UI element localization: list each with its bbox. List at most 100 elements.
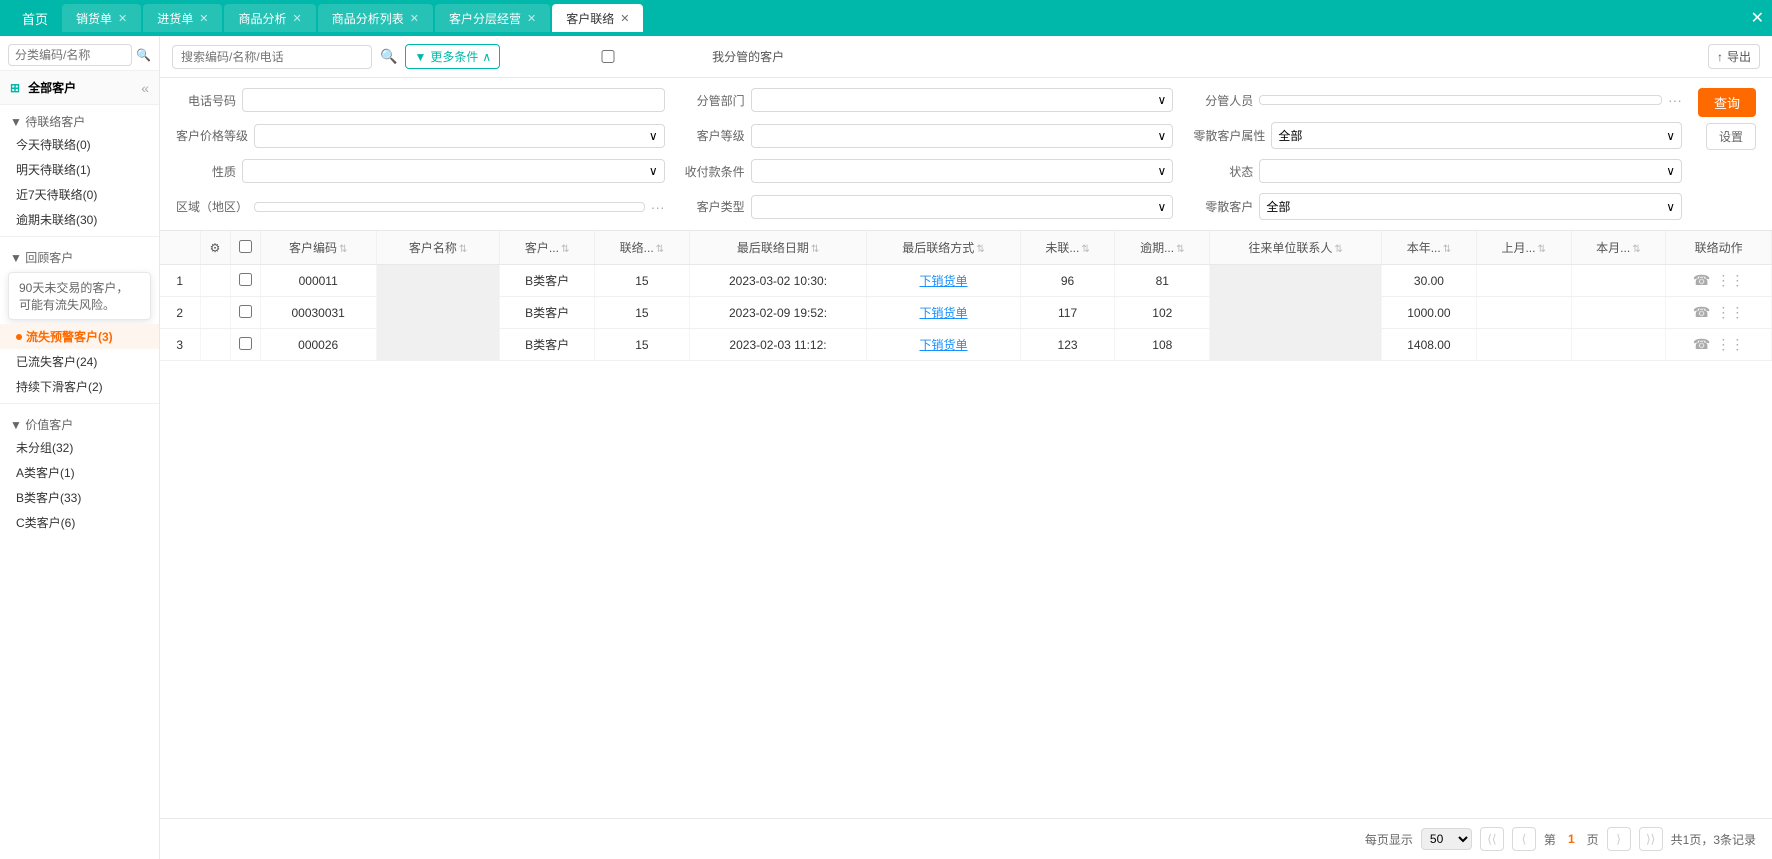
all-customers-header[interactable]: ⊞ 全部客户 « <box>0 71 159 105</box>
cell-this-year: 1000.00 <box>1382 297 1477 329</box>
th-name[interactable]: 客户名称⇅ <box>376 231 499 265</box>
th-contact[interactable]: 联络...⇅ <box>595 231 690 265</box>
tab-customer-contact-close[interactable]: ✕ <box>620 12 629 25</box>
sidebar-item-today[interactable]: 今天待联络(0) <box>0 132 159 157</box>
tab-purchase[interactable]: 进货单 ✕ <box>143 4 222 32</box>
query-btn[interactable]: 查询 <box>1698 88 1756 117</box>
tab-purchase-close[interactable]: ✕ <box>199 12 208 25</box>
last-page-btn[interactable]: ⟩⟩ <box>1639 827 1663 851</box>
cell-last-contact-method[interactable]: 下销货单 <box>867 329 1020 361</box>
th-not-contacted[interactable]: 未联...⇅ <box>1020 231 1115 265</box>
cell-checkbox[interactable] <box>230 297 260 329</box>
tab-customer-segment[interactable]: 客户分层经营 ✕ <box>435 4 550 32</box>
my-customers-check[interactable]: 我分管的客户 <box>508 48 784 65</box>
sidebar-item-already-lost[interactable]: 已流失客户(24) <box>0 349 159 374</box>
cell-last-month <box>1476 329 1571 361</box>
table-row: 2 00030031 B类客户 15 2023-02-09 19:52: 下销货… <box>160 297 1772 329</box>
sidebar-item-class-b[interactable]: B类客户(33) <box>0 485 159 510</box>
filter-retail-attr-select[interactable]: 全部∨ <box>1271 122 1682 149</box>
my-customers-checkbox[interactable] <box>508 50 708 63</box>
filter-customer-type-select[interactable]: ∨ <box>751 195 1174 219</box>
sidebar-item-lost-warning[interactable]: 流失预警客户(3) <box>0 324 159 349</box>
th-type[interactable]: 客户...⇅ <box>500 231 595 265</box>
filter-phone-input[interactable] <box>242 88 665 112</box>
window-close-icon[interactable]: ✕ <box>1751 8 1764 28</box>
cell-overdue: 108 <box>1115 329 1210 361</box>
sidebar-search-icon[interactable]: 🔍 <box>136 48 151 62</box>
region-dots-icon[interactable]: ··· <box>651 199 665 215</box>
export-btn[interactable]: ↑ 导出 <box>1708 44 1760 69</box>
next-page-btn[interactable]: ⟩ <box>1607 827 1631 851</box>
sidebar-item-overdue[interactable]: 逾期未联络(30) <box>0 207 159 232</box>
table-row: 1 000011 B类客户 15 2023-03-02 10:30: 下销货单 … <box>160 265 1772 297</box>
sidebar-search-input[interactable] <box>8 44 132 66</box>
select-all-checkbox[interactable] <box>239 240 252 253</box>
contact-action-icon[interactable]: ☎ <box>1693 272 1710 289</box>
cell-contact: 15 <box>595 329 690 361</box>
th-overdue[interactable]: 逾期...⇅ <box>1115 231 1210 265</box>
filter-search-icon[interactable]: 🔍 <box>380 48 397 65</box>
th-last-contact-date[interactable]: 最后联络日期⇅ <box>689 231 867 265</box>
tab-sales[interactable]: 销货单 ✕ <box>62 4 141 32</box>
first-page-btn[interactable]: ⟨⟨ <box>1480 827 1504 851</box>
filter-retail-customer-select[interactable]: 全部∨ <box>1259 193 1682 220</box>
th-unit-contact[interactable]: 往来单位联系人⇅ <box>1210 231 1382 265</box>
filter-label-phone: 电话号码 <box>176 92 236 109</box>
tab-home[interactable]: 首页 <box>8 9 62 28</box>
sidebar-collapse-btn[interactable]: « <box>141 80 149 96</box>
table-header-row: ⚙ 客户编码⇅ 客户名称⇅ 客户...⇅ <box>160 231 1772 265</box>
per-page-select[interactable]: 50 100 200 <box>1421 828 1472 850</box>
tab-analysis-list-close[interactable]: ✕ <box>410 12 419 25</box>
settings-btn[interactable]: 设置 <box>1706 123 1756 150</box>
cell-checkbox[interactable] <box>230 329 260 361</box>
th-last-contact-method[interactable]: 最后联络方式⇅ <box>867 231 1020 265</box>
sidebar-item-class-c[interactable]: C类客户(6) <box>0 510 159 535</box>
sidebar-item-class-a[interactable]: A类客户(1) <box>0 460 159 485</box>
tab-analysis-list[interactable]: 商品分析列表 ✕ <box>318 4 433 32</box>
cell-action: ☎ ⋮⋮ <box>1666 265 1772 297</box>
filter-label-customer-grade: 客户等级 <box>685 127 745 144</box>
th-this-year[interactable]: 本年...⇅ <box>1382 231 1477 265</box>
th-this-month[interactable]: 本月...⇅ <box>1571 231 1666 265</box>
more-action-icon[interactable]: ⋮⋮ <box>1716 304 1744 321</box>
filter-payment-select[interactable]: ∨ <box>751 159 1174 183</box>
settings-gear-icon[interactable]: ⚙ <box>210 241 221 255</box>
sidebar-item-tomorrow[interactable]: 明天待联络(1) <box>0 157 159 182</box>
cell-no: 1 <box>160 265 200 297</box>
cell-checkbox-spacer <box>200 329 230 361</box>
tab-analysis-close[interactable]: ✕ <box>293 12 302 25</box>
filter-status-select[interactable]: ∨ <box>1259 159 1682 183</box>
th-last-month[interactable]: 上月...⇅ <box>1476 231 1571 265</box>
filter-dept-select[interactable]: ∨ <box>751 88 1174 112</box>
filter-nature-select[interactable]: ∨ <box>242 159 665 183</box>
more-conditions-btn[interactable]: ▼ 更多条件 ∧ <box>405 44 500 69</box>
sidebar-item-declining[interactable]: 持续下滑客户(2) <box>0 374 159 399</box>
th-code[interactable]: 客户编码⇅ <box>260 231 376 265</box>
filter-region-select[interactable] <box>254 202 645 212</box>
tab-customer-segment-close[interactable]: ✕ <box>527 12 536 25</box>
more-action-icon[interactable]: ⋮⋮ <box>1716 272 1744 289</box>
th-action: 联络动作 <box>1666 231 1772 265</box>
search-input[interactable] <box>172 45 372 69</box>
sidebar-item-7days[interactable]: 近7天待联络(0) <box>0 182 159 207</box>
sidebar-group-pending: ▼ 待联络客户 <box>0 109 159 132</box>
tab-customer-contact[interactable]: 客户联络 ✕ <box>552 4 643 32</box>
cell-last-contact-method[interactable]: 下销货单 <box>867 265 1020 297</box>
sidebar: 🔍 ⊞ 全部客户 « ▼ 待联络客户 今天待联络(0) 明天待联络(1) 近7天… <box>0 36 160 859</box>
tab-sales-close[interactable]: ✕ <box>118 12 127 25</box>
cell-last-contact-method[interactable]: 下销货单 <box>867 297 1020 329</box>
sidebar-item-ungrouped[interactable]: 未分组(32) <box>0 435 159 460</box>
manager-dots-icon[interactable]: ··· <box>1668 92 1682 108</box>
filter-customer-grade-select[interactable]: ∨ <box>751 124 1174 148</box>
th-checkbox-all[interactable] <box>230 231 260 265</box>
filter-label-dept: 分管部门 <box>685 92 745 109</box>
contact-action-icon[interactable]: ☎ <box>1693 304 1710 321</box>
prev-page-btn[interactable]: ⟨ <box>1512 827 1536 851</box>
filter-manager-select[interactable] <box>1259 95 1662 105</box>
filter-price-grade-select[interactable]: ∨ <box>254 124 665 148</box>
cell-checkbox[interactable] <box>230 265 260 297</box>
tab-analysis[interactable]: 商品分析 ✕ <box>224 4 315 32</box>
lost-tooltip: 90天未交易的客户，可能有流失风险。 <box>8 272 151 320</box>
contact-action-icon[interactable]: ☎ <box>1693 336 1710 353</box>
more-action-icon[interactable]: ⋮⋮ <box>1716 336 1744 353</box>
